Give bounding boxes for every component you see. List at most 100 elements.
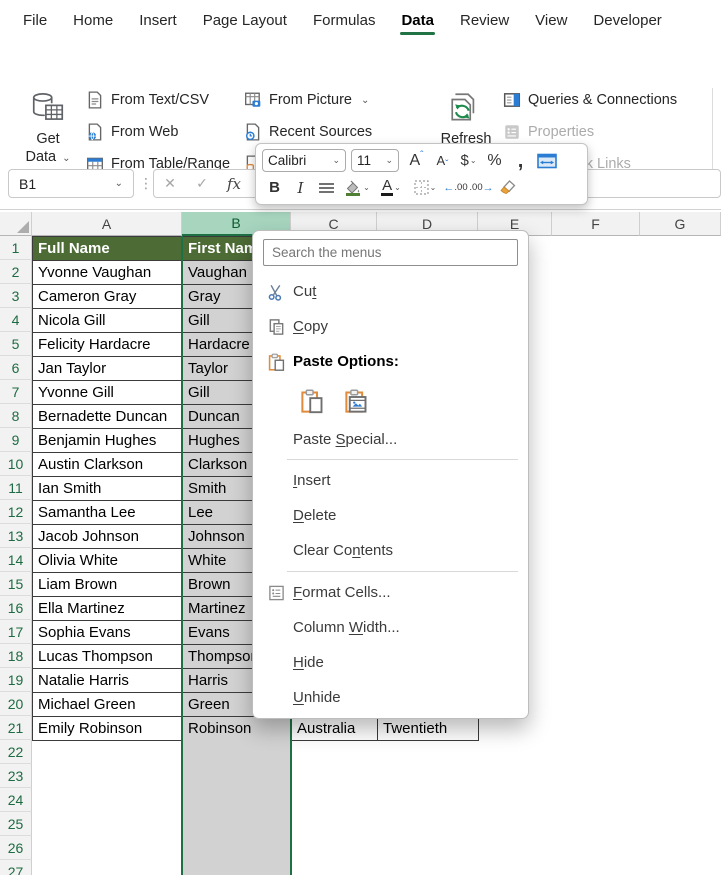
- selected-column-fill[interactable]: [183, 740, 290, 875]
- cell-A18[interactable]: Lucas Thompson: [32, 644, 183, 669]
- row-header-4[interactable]: 4: [0, 308, 32, 332]
- row-header-20[interactable]: 20: [0, 692, 32, 716]
- row-header-26[interactable]: 26: [0, 836, 32, 860]
- from-picture-button[interactable]: From Picture ⌄: [244, 87, 369, 113]
- cell-A15[interactable]: Liam Brown: [32, 572, 183, 597]
- row-header-23[interactable]: 23: [0, 764, 32, 788]
- decrease-font-size-button[interactable]: Aˇ: [430, 149, 455, 173]
- menu-search-input[interactable]: [263, 239, 518, 266]
- select-all-corner[interactable]: [0, 212, 32, 236]
- cell-A13[interactable]: Jacob Johnson: [32, 524, 183, 549]
- row-header-27[interactable]: 27: [0, 860, 32, 875]
- menu-item-insert[interactable]: Insert: [253, 463, 528, 498]
- row-header-5[interactable]: 5: [0, 332, 32, 356]
- cell-A12[interactable]: Samantha Lee: [32, 500, 183, 525]
- insert-function-icon[interactable]: fx: [218, 175, 250, 193]
- row-header-10[interactable]: 10: [0, 452, 32, 476]
- row-header-16[interactable]: 16: [0, 596, 32, 620]
- ribbon-tab-view[interactable]: View: [522, 0, 580, 40]
- column-header-A[interactable]: A: [32, 212, 182, 236]
- row-header-25[interactable]: 25: [0, 812, 32, 836]
- ribbon-tab-insert[interactable]: Insert: [126, 0, 190, 40]
- cell-A5[interactable]: Felicity Hardacre: [32, 332, 183, 357]
- row-header-17[interactable]: 17: [0, 620, 32, 644]
- cell-C21[interactable]: Australia: [291, 716, 378, 741]
- ribbon-tab-page-layout[interactable]: Page Layout: [190, 0, 300, 40]
- cell-A4[interactable]: Nicola Gill: [32, 308, 183, 333]
- row-header-8[interactable]: 8: [0, 404, 32, 428]
- italic-button[interactable]: I: [288, 176, 313, 200]
- comma-style-button[interactable]: ,: [508, 149, 533, 173]
- cell-A8[interactable]: Bernadette Duncan: [32, 404, 183, 429]
- cell-A6[interactable]: Jan Taylor: [32, 356, 183, 381]
- name-box[interactable]: B1 ⌄: [8, 169, 134, 198]
- paste-button[interactable]: [297, 386, 327, 416]
- ribbon-tab-review[interactable]: Review: [447, 0, 522, 40]
- cell-A21[interactable]: Emily Robinson: [32, 716, 183, 741]
- get-data-button[interactable]: Get Data ⌄: [15, 86, 81, 168]
- row-header-3[interactable]: 3: [0, 284, 32, 308]
- row-header-6[interactable]: 6: [0, 356, 32, 380]
- cell-A16[interactable]: Ella Martinez: [32, 596, 183, 621]
- row-header-9[interactable]: 9: [0, 428, 32, 452]
- cell-A19[interactable]: Natalie Harris: [32, 668, 183, 693]
- column-header-G[interactable]: G: [640, 212, 721, 236]
- cell-A17[interactable]: Sophia Evans: [32, 620, 183, 645]
- format-painter-icon[interactable]: [495, 176, 520, 200]
- increase-font-size-button[interactable]: Aˆ: [404, 149, 429, 173]
- row-header-22[interactable]: 22: [0, 740, 32, 764]
- queries-connections-button[interactable]: Queries & Connections: [503, 87, 677, 113]
- bold-button[interactable]: B: [262, 176, 287, 200]
- ribbon-tab-data[interactable]: Data: [388, 0, 447, 40]
- recent-sources-button[interactable]: Recent Sources: [244, 119, 372, 145]
- cell-A3[interactable]: Cameron Gray: [32, 284, 183, 309]
- menu-item-column-width[interactable]: Column Width...: [253, 610, 528, 645]
- fill-color-button[interactable]: ⌄: [340, 176, 374, 200]
- row-header-7[interactable]: 7: [0, 380, 32, 404]
- font-name-select[interactable]: Calibri ⌄: [262, 149, 346, 172]
- cell-B21[interactable]: Robinson: [182, 716, 292, 741]
- increase-decimal-button[interactable]: ← .00: [443, 176, 468, 200]
- menu-item-clear-contents[interactable]: Clear Contents: [253, 533, 528, 568]
- menu-item-hide[interactable]: Hide: [253, 645, 528, 680]
- accounting-format-button[interactable]: $ ⌄: [456, 149, 481, 173]
- from-web-button[interactable]: From Web: [86, 119, 178, 145]
- cell-A9[interactable]: Benjamin Hughes: [32, 428, 183, 453]
- cell-A10[interactable]: Austin Clarkson: [32, 452, 183, 477]
- menu-item-unhide[interactable]: Unhide: [253, 680, 528, 715]
- autofit-width-icon[interactable]: [534, 149, 559, 173]
- font-color-button[interactable]: A ⌄: [375, 176, 407, 200]
- row-header-21[interactable]: 21: [0, 716, 32, 740]
- from-text-csv-button[interactable]: From Text/CSV: [86, 87, 209, 113]
- ribbon-tab-file[interactable]: File: [10, 0, 60, 40]
- ribbon-tab-formulas[interactable]: Formulas: [300, 0, 389, 40]
- confirm-entry-icon[interactable]: ✓: [186, 175, 218, 192]
- ribbon-tab-developer[interactable]: Developer: [580, 0, 674, 40]
- column-header-F[interactable]: F: [552, 212, 640, 236]
- row-header-2[interactable]: 2: [0, 260, 32, 284]
- menu-item-cut[interactable]: Cut: [253, 274, 528, 309]
- row-header-19[interactable]: 19: [0, 668, 32, 692]
- row-header-14[interactable]: 14: [0, 548, 32, 572]
- cell-A7[interactable]: Yvonne Gill: [32, 380, 183, 405]
- row-header-13[interactable]: 13: [0, 524, 32, 548]
- menu-item-copy[interactable]: Copy: [253, 309, 528, 344]
- row-header-18[interactable]: 18: [0, 644, 32, 668]
- formula-bar-drag-handle[interactable]: ⋮: [139, 169, 153, 198]
- ribbon-tab-home[interactable]: Home: [60, 0, 126, 40]
- font-size-select[interactable]: 11 ⌄: [351, 149, 399, 172]
- cell-A20[interactable]: Michael Green: [32, 692, 183, 717]
- paste-picture-button[interactable]: [341, 386, 371, 416]
- cancel-entry-icon[interactable]: ✕: [154, 175, 186, 192]
- cell-A2[interactable]: Yvonne Vaughan: [32, 260, 183, 285]
- row-header-24[interactable]: 24: [0, 788, 32, 812]
- row-header-1[interactable]: 1: [0, 236, 32, 260]
- cell-D21[interactable]: Twentieth: [377, 716, 479, 741]
- cell-A1[interactable]: Full Name: [32, 236, 183, 261]
- row-header-12[interactable]: 12: [0, 500, 32, 524]
- row-header-11[interactable]: 11: [0, 476, 32, 500]
- row-header-15[interactable]: 15: [0, 572, 32, 596]
- borders-button[interactable]: ⌄: [408, 176, 442, 200]
- cell-A11[interactable]: Ian Smith: [32, 476, 183, 501]
- decrease-decimal-button[interactable]: .00 →: [469, 176, 494, 200]
